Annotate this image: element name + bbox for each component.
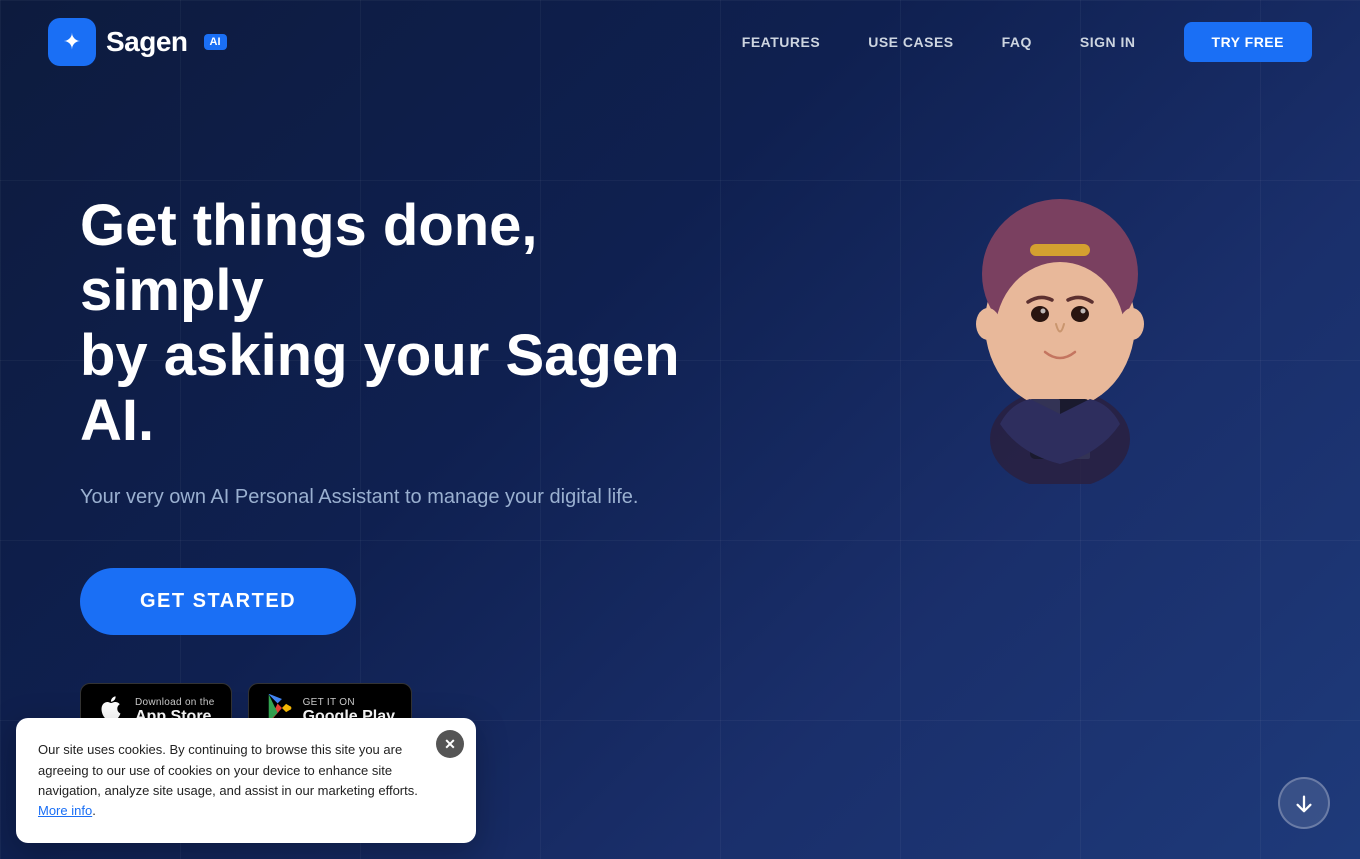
hero-title-line1: Get things done, simply <box>80 193 538 323</box>
app-store-label: Download on the <box>135 697 215 708</box>
cookie-more-info-link[interactable]: More info <box>38 803 92 818</box>
navbar: ✦ Sagen AI FEATURES USE CASES FAQ SIGN I… <box>0 0 1360 84</box>
hero-section: Get things done, simply by asking your S… <box>0 84 1360 740</box>
cookie-period: . <box>92 803 96 818</box>
try-free-button[interactable]: TRY FREE <box>1184 22 1312 62</box>
nav-link-use-cases[interactable]: USE CASES <box>868 34 953 50</box>
nav-links: FEATURES USE CASES FAQ SIGN IN TRY FREE <box>742 22 1312 62</box>
logo-icon: ✦ <box>48 18 96 66</box>
hero-title: Get things done, simply by asking your S… <box>80 194 700 454</box>
hero-subtitle: Your very own AI Personal Assistant to m… <box>80 482 700 512</box>
logo-badge: AI <box>204 34 227 50</box>
cookie-message: Our site uses cookies. By continuing to … <box>38 742 418 797</box>
download-icon <box>1293 792 1315 814</box>
hero-title-line2: by asking your Sagen AI. <box>80 323 680 453</box>
nav-link-features[interactable]: FEATURES <box>742 34 820 50</box>
avatar-illustration <box>920 144 1200 484</box>
scroll-down-button[interactable] <box>1278 777 1330 829</box>
hero-avatar <box>920 144 1200 464</box>
nav-link-sign-in[interactable]: SIGN IN <box>1080 34 1136 50</box>
cookie-text: Our site uses cookies. By continuing to … <box>38 740 428 821</box>
cookie-close-button[interactable]: ✕ <box>436 730 464 758</box>
google-play-label: GET IT ON <box>303 697 395 708</box>
hero-content: Get things done, simply by asking your S… <box>80 164 700 740</box>
logo[interactable]: ✦ Sagen AI <box>48 18 227 66</box>
logo-text: Sagen <box>106 26 188 58</box>
nav-link-faq[interactable]: FAQ <box>1002 34 1032 50</box>
cookie-banner: Our site uses cookies. By continuing to … <box>16 718 476 843</box>
get-started-button[interactable]: GET STARTED <box>80 568 356 635</box>
